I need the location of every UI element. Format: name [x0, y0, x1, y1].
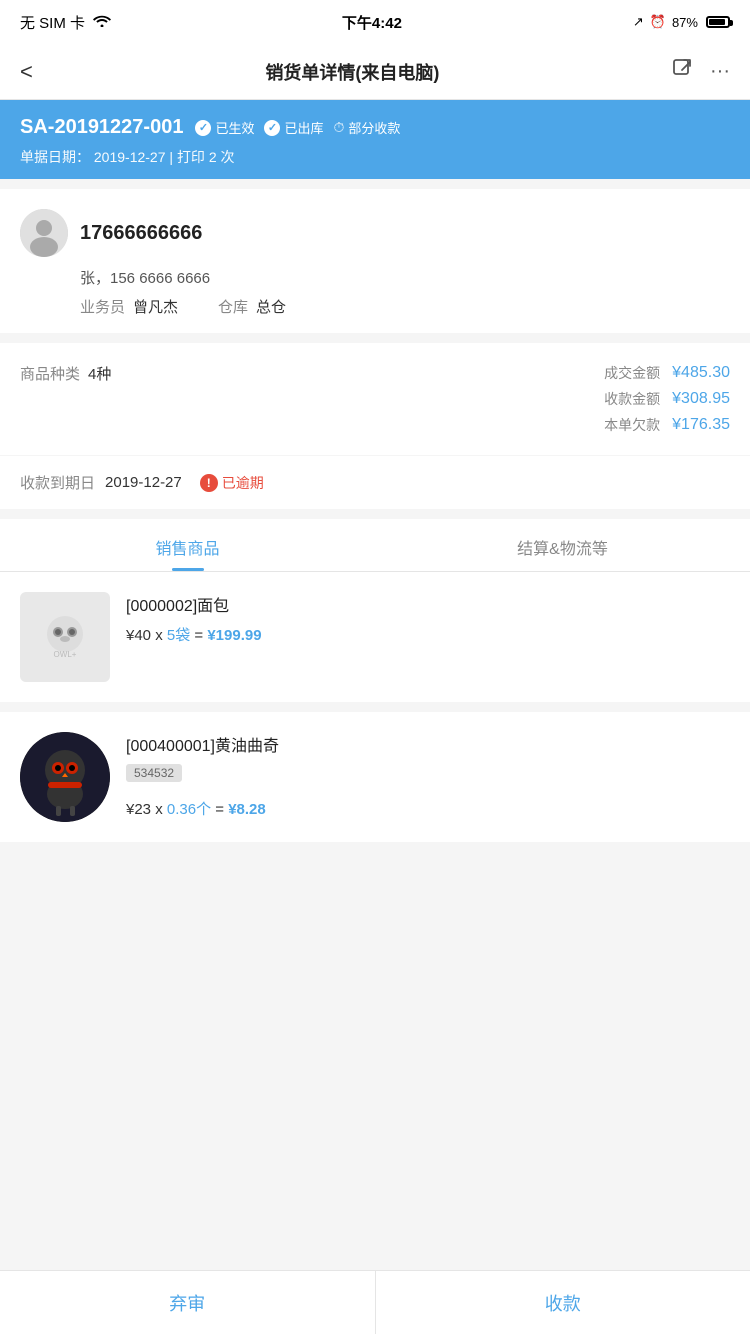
status-bar: 无 SIM 卡 下午4:42 ↗ ⏰ 87% [0, 0, 750, 44]
product-qty-1: 5袋 [167, 627, 190, 644]
due-section: 收款到期日 2019-12-27 ! 已逾期 [0, 456, 750, 509]
nav-actions: ··· [672, 58, 730, 86]
tab-settlement-logistics[interactable]: 结算&物流等 [375, 519, 750, 571]
product-price-1: ¥40 x 5袋 = ¥199.99 [126, 624, 730, 645]
product-total-1: ¥199.99 [207, 627, 261, 644]
confirm-button[interactable]: 收款 [376, 1271, 750, 1334]
debt-row: 本单欠款 ¥176.35 [604, 415, 730, 435]
product-image-1: OWL+ [20, 592, 110, 682]
carrier-text: 无 SIM 卡 [20, 12, 85, 33]
product-qty-2: 0.36个 [167, 801, 211, 818]
product-tag-2: 534532 [126, 764, 182, 782]
share-icon[interactable] [672, 58, 694, 86]
product-image-2 [20, 732, 110, 822]
overdue-badge: ! 已逾期 [200, 473, 264, 493]
financial-stats: 成交金额 ¥485.30 收款金额 ¥308.95 本单欠款 ¥176.35 [604, 363, 730, 435]
status-tags: ✓ 已生效 ✓ 已出库 ⏱ 部分收款 [195, 118, 400, 137]
product-info-2: [000400001]黄油曲奇 534532 ¥23 x 0.36个 = ¥8.… [126, 732, 730, 819]
amount-label: 成交金额 [604, 363, 660, 383]
bottom-bar: 弃审 收款 [0, 1270, 750, 1334]
warehouse-value: 总仓 [256, 296, 286, 317]
status-right: ↗ ⏰ 87% [633, 14, 730, 30]
cancel-button[interactable]: 弃审 [0, 1271, 376, 1334]
stats-section: 商品种类 4种 成交金额 ¥485.30 收款金额 ¥308.95 本单欠款 ¥… [0, 343, 750, 455]
amount-row: 成交金额 ¥485.30 [604, 363, 730, 383]
due-date: 2019-12-27 [105, 474, 182, 491]
avatar [20, 209, 68, 257]
alarm-icon: ⏰ [650, 14, 666, 30]
overdue-text: 已逾期 [222, 473, 264, 493]
status-tag-effective: ✓ 已生效 [195, 118, 254, 137]
product-total-2: ¥8.28 [228, 801, 266, 818]
debt-value: ¥176.35 [672, 416, 730, 434]
nav-bar: < 销货单详情(来自电脑) ··· [0, 44, 750, 100]
amount-value: ¥485.30 [672, 364, 730, 382]
product-name-1: [0000002]面包 [126, 592, 730, 616]
customer-name: 17666666666 [80, 222, 202, 245]
customer-section: 17666666666 张，156 6666 6666 业务员 曾凡杰 仓库 总… [0, 189, 750, 333]
header-banner: SA-20191227-001 ✓ 已生效 ✓ 已出库 ⏱ 部分收款 单据日期：… [0, 100, 750, 179]
order-id: SA-20191227-001 [20, 116, 183, 139]
due-label: 收款到期日 [20, 472, 95, 493]
received-value: ¥308.95 [672, 390, 730, 408]
overdue-icon: ! [200, 474, 218, 492]
sales-label: 业务员 [80, 296, 125, 317]
sales-info: 业务员 曾凡杰 [80, 296, 178, 317]
svg-text:OWL+: OWL+ [54, 650, 77, 659]
wifi-icon [93, 13, 111, 31]
warehouse-info: 仓库 总仓 [218, 296, 286, 317]
product-info-1: [0000002]面包 ¥40 x 5袋 = ¥199.99 [126, 592, 730, 645]
received-row: 收款金额 ¥308.95 [604, 389, 730, 409]
customer-meta: 业务员 曾凡杰 仓库 总仓 [80, 296, 730, 317]
battery-icon [706, 16, 730, 28]
check-icon-1: ✓ [195, 120, 211, 136]
product-list: OWL+ [0000002]面包 ¥40 x 5袋 = ¥199.99 [0, 572, 750, 842]
page-title: 销货单详情(来自电脑) [265, 59, 439, 85]
tab-sales-products[interactable]: 销售商品 [0, 519, 375, 571]
location-icon: ↗ [633, 14, 644, 30]
status-tag-shipped: ✓ 已出库 [264, 118, 323, 137]
status-time: 下午4:42 [342, 12, 402, 33]
product-price-2: ¥23 x 0.36个 = ¥8.28 [126, 798, 730, 819]
debt-label: 本单欠款 [604, 415, 660, 435]
check-icon-2: ✓ [264, 120, 280, 136]
sales-value: 曾凡杰 [133, 296, 178, 317]
warehouse-label: 仓库 [218, 296, 248, 317]
back-button[interactable]: < [20, 59, 33, 85]
status-left: 无 SIM 卡 [20, 12, 111, 33]
tabs-row: 销售商品 结算&物流等 [0, 519, 750, 571]
product-name-2: [000400001]黄油曲奇 [126, 732, 730, 756]
product-type-info: 商品种类 4种 [20, 363, 111, 384]
received-label: 收款金额 [604, 389, 660, 409]
type-label: 商品种类 [20, 363, 80, 384]
tabs-section: 销售商品 结算&物流等 [0, 519, 750, 572]
list-item: [000400001]黄油曲奇 534532 ¥23 x 0.36个 = ¥8.… [0, 712, 750, 842]
clock-icon: ⏱ [334, 119, 345, 136]
product-image-owl [20, 732, 110, 822]
banner-date: 单据日期： 2019-12-27 | 打印 2 次 [20, 147, 730, 167]
customer-details: 张，156 6666 6666 [80, 267, 730, 288]
more-icon[interactable]: ··· [710, 60, 730, 83]
status-tag-partial: ⏱ 部分收款 [334, 118, 401, 137]
type-value: 4种 [88, 363, 111, 384]
list-item: OWL+ [0000002]面包 ¥40 x 5袋 = ¥199.99 [0, 572, 750, 702]
battery-percent: 87% [672, 15, 698, 30]
